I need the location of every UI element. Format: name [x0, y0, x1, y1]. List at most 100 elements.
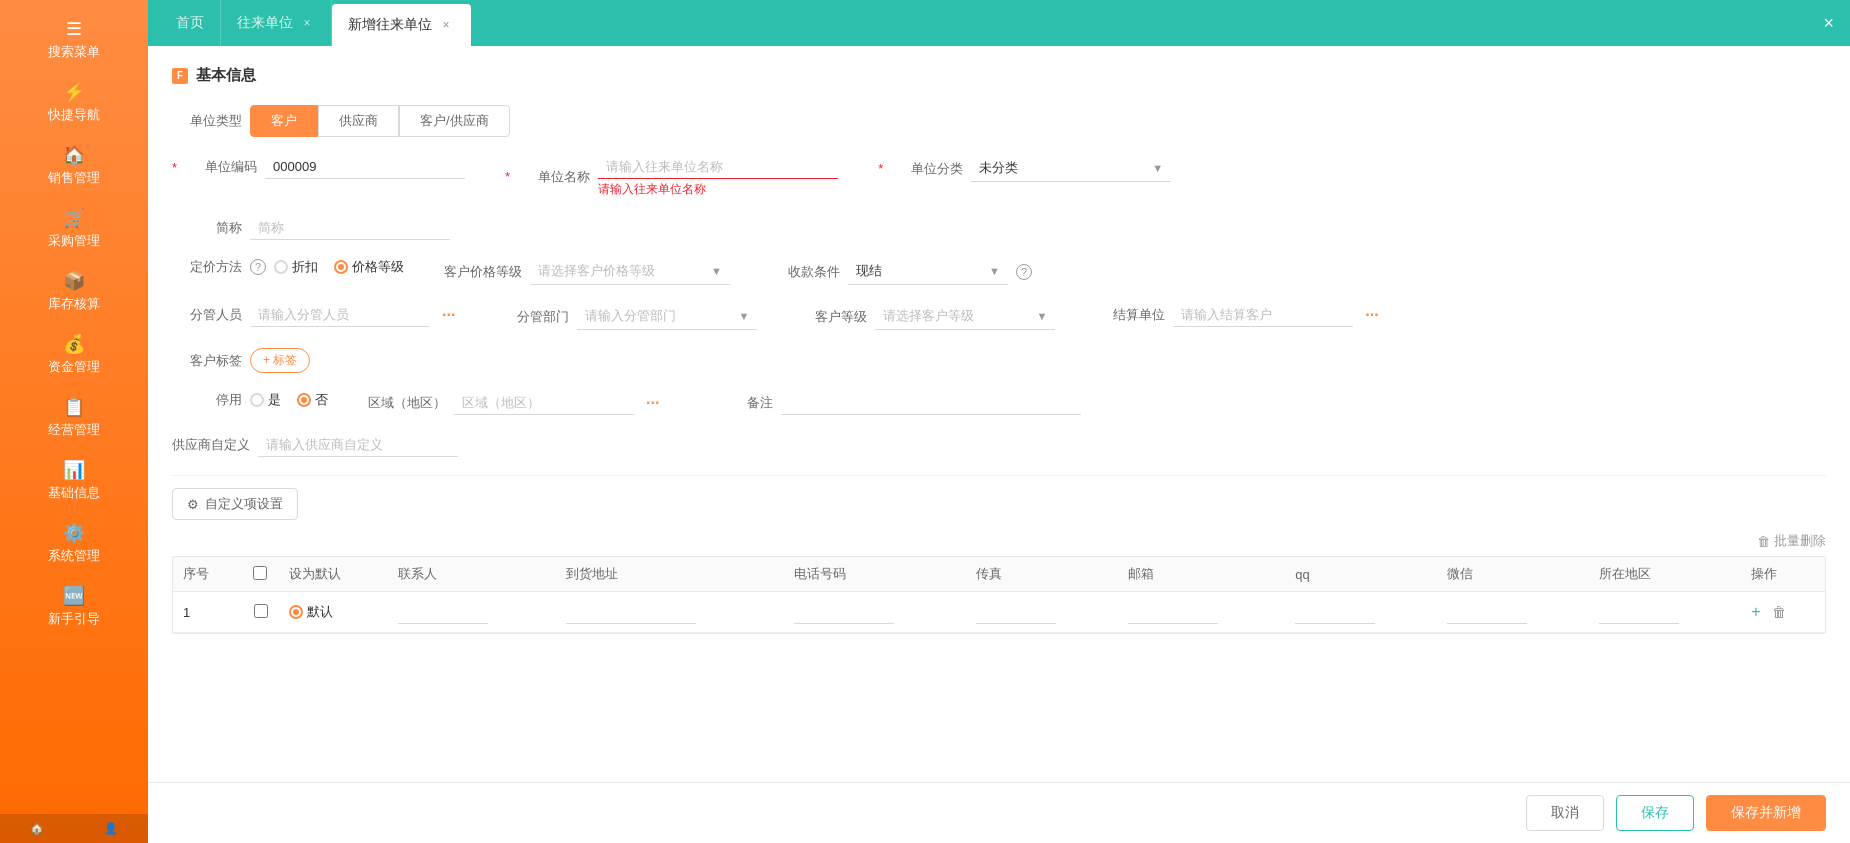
unit-name-input[interactable] [598, 155, 838, 179]
row-add-btn[interactable]: + [1751, 603, 1760, 620]
inventory-icon: 📦 [63, 270, 85, 292]
row-default: 默认 [279, 592, 388, 633]
add-tag-btn[interactable]: + 标签 [250, 348, 310, 373]
cancel-button[interactable]: 取消 [1526, 795, 1604, 831]
settlement-unit-label: 结算单位 [1095, 306, 1165, 324]
custom-settings-btn[interactable]: ⚙ 自定义项设置 [172, 488, 298, 520]
col-email: 邮箱 [1118, 557, 1285, 592]
save-button[interactable]: 保存 [1616, 795, 1694, 831]
delete-icon: 🗑 [1757, 534, 1770, 549]
department-placeholder: 请输入分管部门 [585, 307, 734, 325]
pricing-info-icon[interactable]: ? [250, 259, 266, 275]
supplier-custom-input[interactable] [258, 433, 458, 457]
row-delete-btn[interactable]: 🗑 [1772, 604, 1786, 620]
customer-tag-field: 客户标签 + 标签 [172, 348, 1826, 373]
row-phone-input[interactable] [794, 600, 894, 624]
department-arrow: ▼ [738, 310, 749, 322]
customer-price-level-select[interactable]: 请选择客户价格等级 ▼ [530, 258, 730, 285]
tabbar-close-all[interactable]: × [1819, 9, 1838, 38]
sidebar-item-sys-mgmt[interactable]: ⚙️ 系统管理 [0, 512, 148, 575]
main-area: 首页 往来单位 × 新增往来单位 × × F 基本信息 单位类型 客户 供应商 [148, 0, 1850, 843]
code-name-row: * 单位编码 * 单位名称 请输入往来单位名称 * 单位分类 未分类 ▼ [172, 155, 1826, 198]
unit-type-customer-btn[interactable]: 客户 [250, 105, 318, 137]
batch-delete-btn[interactable]: 🗑 批量删除 [1757, 532, 1826, 550]
sidebar-item-sales-mgmt[interactable]: 🏠 销售管理 [0, 134, 148, 197]
row-address-input[interactable] [566, 600, 696, 624]
tab-unit-list[interactable]: 往来单位 × [221, 0, 332, 46]
customer-level-select[interactable]: 请选择客户等级 ▼ [875, 303, 1055, 330]
row-default-radio[interactable]: 默认 [289, 603, 378, 621]
manager-label: 分管人员 [172, 306, 242, 324]
tab-home[interactable]: 首页 [160, 0, 221, 46]
sys-icon: ⚙️ [63, 522, 85, 544]
sidebar-item-basic-info[interactable]: 📊 基础信息 [0, 449, 148, 512]
region-field: 区域（地区） ··· [368, 391, 663, 415]
tab-new-unit-close[interactable]: × [438, 17, 454, 33]
home-icon: 🏠 [30, 822, 44, 835]
unit-code-label: 单位编码 [187, 158, 257, 176]
settlement-unit-more-btn[interactable]: ··· [1361, 306, 1382, 324]
region-input[interactable] [454, 391, 634, 415]
disable-yes-radio[interactable]: 是 [250, 391, 281, 409]
sidebar-item-search-menu[interactable]: ☰ 搜索菜单 [0, 8, 148, 71]
table-row: 1 默认 [173, 592, 1825, 633]
sidebar-item-new-guide[interactable]: 🆕 新手引导 [0, 575, 148, 638]
unit-category-select[interactable]: 未分类 ▼ [971, 155, 1171, 182]
pricing-discount-radio[interactable]: 折扣 [274, 258, 318, 276]
unit-name-label: 单位名称 [520, 168, 590, 186]
settlement-unit-input[interactable] [1173, 303, 1353, 327]
row-email [1118, 592, 1285, 633]
row-email-input[interactable] [1128, 600, 1218, 624]
sidebar-item-ops-mgmt[interactable]: 📋 经营管理 [0, 386, 148, 449]
payment-terms-info-icon[interactable]: ? [1016, 264, 1032, 280]
sidebar-user-btn[interactable]: 👤 [74, 822, 148, 835]
sidebar-item-inventory[interactable]: 📦 库存核算 [0, 260, 148, 323]
manager-field: 分管人员 ··· [172, 303, 459, 327]
remark-input[interactable] [781, 391, 1081, 415]
row-contact [388, 592, 555, 633]
sidebar-home-btn[interactable]: 🏠 [0, 822, 74, 835]
tab-new-unit[interactable]: 新增往来单位 × [332, 4, 471, 46]
manager-more-btn[interactable]: ··· [438, 306, 459, 324]
short-name-input[interactable] [250, 216, 450, 240]
col-qq: qq [1285, 557, 1437, 592]
row-actions: + 🗑 [1741, 592, 1825, 633]
disable-no-radio[interactable]: 否 [297, 391, 328, 409]
pricing-price-level-radio[interactable]: 价格等级 [334, 258, 404, 276]
row-qq-input[interactable] [1295, 600, 1375, 624]
sidebar-item-quick-nav[interactable]: ⚡ 快捷导航 [0, 71, 148, 134]
sidebar-item-finance-mgmt[interactable]: 💰 资金管理 [0, 323, 148, 386]
finance-icon: 💰 [63, 333, 85, 355]
row-wechat [1437, 592, 1589, 633]
department-select[interactable]: 请输入分管部门 ▼ [577, 303, 757, 330]
row-wechat-input[interactable] [1447, 600, 1527, 624]
manager-row: 分管人员 ··· 分管部门 请输入分管部门 ▼ 客户等级 请选择客户等级 ▼ 结… [172, 303, 1826, 330]
region-more-btn[interactable]: ··· [642, 394, 663, 412]
row-area [1589, 592, 1741, 633]
row-qq [1285, 592, 1437, 633]
row-area-input[interactable] [1599, 600, 1679, 624]
unit-category-label: 单位分类 [893, 160, 963, 178]
tab-unit-list-close[interactable]: × [299, 15, 315, 31]
manager-input[interactable] [250, 303, 430, 327]
unit-type-supplier-btn[interactable]: 供应商 [318, 105, 399, 137]
row-contact-input[interactable] [398, 600, 488, 624]
row-fax-input[interactable] [976, 600, 1056, 624]
customer-price-level-field: 客户价格等级 请选择客户价格等级 ▼ [444, 258, 730, 285]
col-wechat: 微信 [1437, 557, 1589, 592]
select-all-checkbox[interactable] [253, 566, 267, 580]
settings-gear-icon: ⚙ [187, 497, 199, 512]
disable-label: 停用 [172, 391, 242, 409]
row-checkbox-cell [243, 592, 279, 633]
save-new-button[interactable]: 保存并新增 [1706, 795, 1826, 831]
unit-code-input[interactable] [265, 155, 465, 179]
payment-terms-select[interactable]: 现结 ▼ [848, 258, 1008, 285]
unit-type-both-btn[interactable]: 客户/供应商 [399, 105, 510, 137]
supplier-custom-field: 供应商自定义 [172, 433, 1826, 457]
customer-tag-label: 客户标签 [172, 352, 242, 370]
sidebar-item-purchase-mgmt[interactable]: 🛒 采购管理 [0, 197, 148, 260]
unit-category-field: * 单位分类 未分类 ▼ [878, 155, 1171, 182]
basic-info-icon: 📊 [63, 459, 85, 481]
customer-level-arrow: ▼ [1036, 310, 1047, 322]
row-checkbox[interactable] [254, 604, 268, 618]
